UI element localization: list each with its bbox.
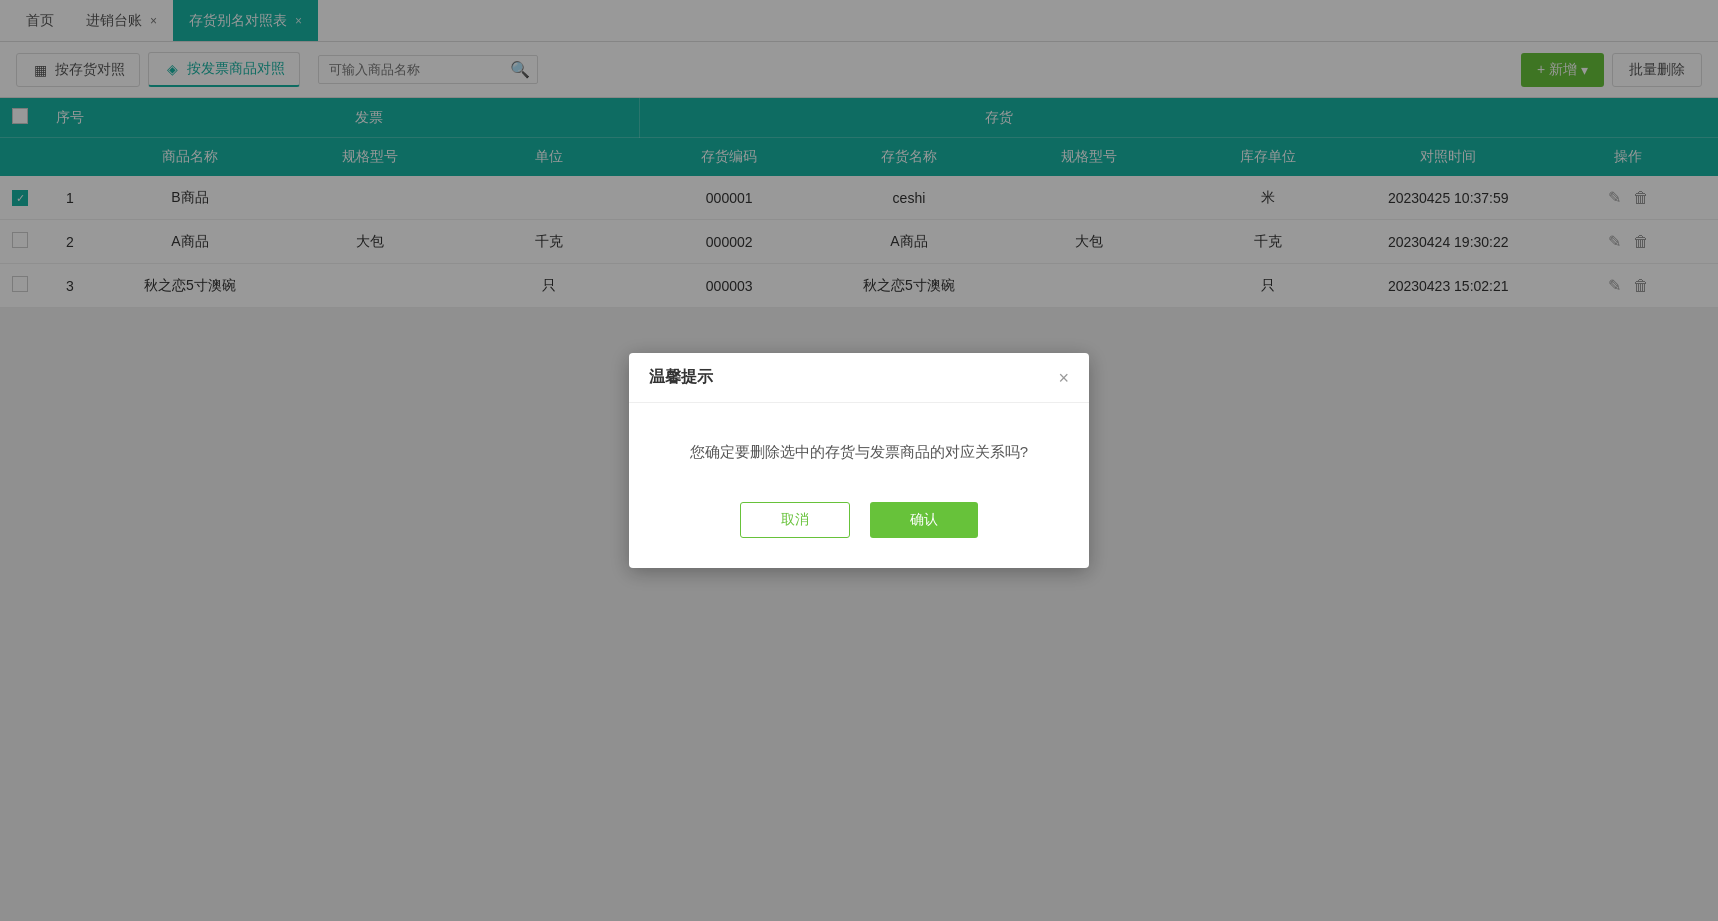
modal-overlay: 温馨提示 × 您确定要删除选中的存货与发票商品的对应关系吗? 取消 确认 [0, 0, 1718, 308]
